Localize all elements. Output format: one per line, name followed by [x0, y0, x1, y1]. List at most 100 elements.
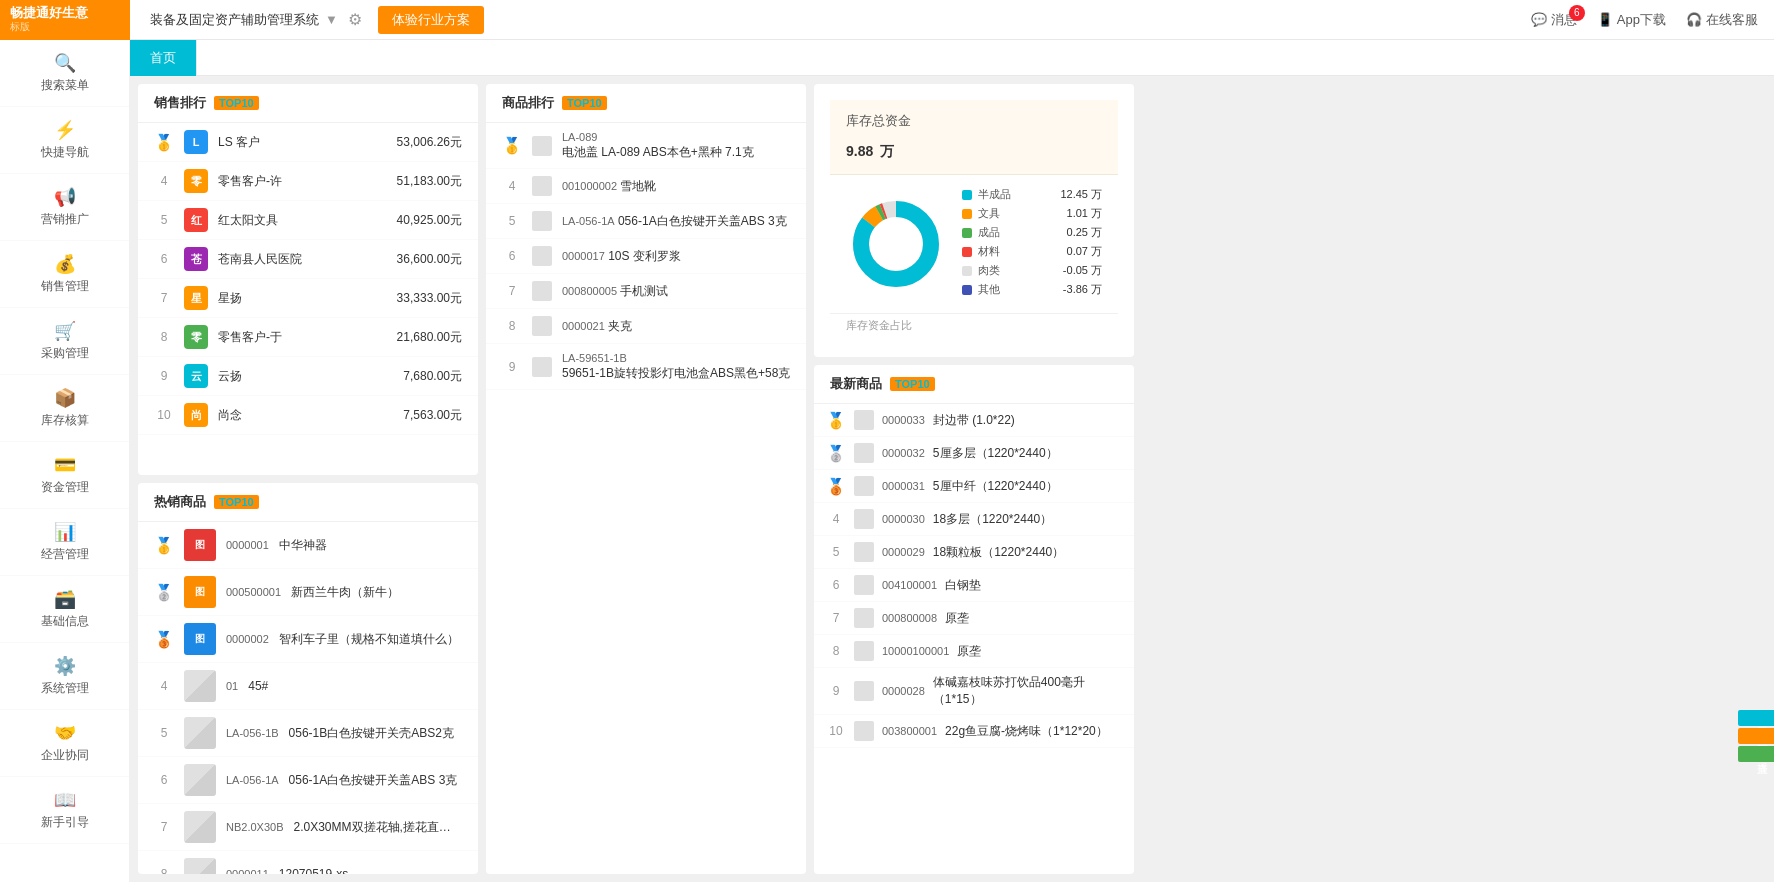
new-product-row-2: 🥈 0000032 5厘多层（1220*2440） [814, 437, 1134, 470]
float-btn-live[interactable]: 直播 [1738, 746, 1774, 762]
sidebar-item-collab[interactable]: 🤝 企业协同 [0, 710, 129, 777]
new-prod-img-7 [854, 608, 874, 628]
app-download-button[interactable]: 📱 App下载 [1597, 11, 1666, 29]
customer-name-8: 尚念 [218, 407, 393, 424]
sidebar-item-quick-nav[interactable]: ⚡ 快捷导航 [0, 107, 129, 174]
inventory-amount: 9.88 [846, 143, 873, 159]
prod-img-3 [532, 211, 552, 231]
product-ranking-badge: TOP10 [562, 96, 607, 110]
online-service-button[interactable]: 🎧 在线客服 [1686, 11, 1758, 29]
sidebar-item-sales[interactable]: 💰 销售管理 [0, 241, 129, 308]
product-rank-row-3: 5 LA-056-1A 056-1A白色按键开关盖ABS 3克 [486, 204, 806, 239]
hot-rank-4: 4 [154, 679, 174, 693]
mid-column: 商品排行 TOP10 🥇 LA-089 电池盖 LA-089 ABS本色+黑种 … [486, 84, 806, 874]
hot-products-panel: 热销商品 TOP10 🥇 图 0000001 中华神器 🥈 [138, 483, 478, 874]
customer-row-2: 4 零 零售客户-许 51,183.00元 [138, 162, 478, 201]
sidebar-item-basics[interactable]: 🗃️ 基础信息 [0, 576, 129, 643]
legend-item-6: 其他 -3.86 万 [962, 282, 1102, 297]
donut-svg [846, 194, 946, 294]
sidebar-item-system[interactable]: ⚙️ 系统管理 [0, 643, 129, 710]
legend-item-1: 半成品 12.45 万 [962, 187, 1102, 202]
right-column: 库存总资金 9.88 万 [814, 84, 1134, 874]
prod-name-2: 雪地靴 [620, 179, 656, 193]
new-prod-img-3 [854, 476, 874, 496]
sidebar-item-marketing[interactable]: 📢 营销推广 [0, 174, 129, 241]
prod-img-7 [532, 357, 552, 377]
sales-ranking-title: 销售排行 [154, 94, 206, 112]
hot-product-name-8: 12070519-xs [279, 867, 462, 874]
new-prod-code-1: 0000033 [882, 414, 925, 426]
sidebar-label-finance: 资金管理 [41, 479, 89, 496]
sidebar-item-operations[interactable]: 📊 经营管理 [0, 509, 129, 576]
legend-dot-4 [962, 247, 972, 257]
sidebar-label-search: 搜索菜单 [41, 77, 89, 94]
cart-icon: 🛒 [54, 320, 76, 342]
hot-product-name-4: 45# [248, 679, 462, 693]
hot-products-header: 热销商品 TOP10 [138, 483, 478, 522]
legend-dot-5 [962, 266, 972, 276]
prod-name-7: 59651-1B旋转投影灯电池盒ABS黑色+58克 [562, 366, 790, 380]
system-selector[interactable]: 装备及固定资产辅助管理系统 ▼ [150, 11, 338, 29]
customer-row-7: 9 云 云扬 7,680.00元 [138, 357, 478, 396]
system-name: 装备及固定资产辅助管理系统 [150, 11, 319, 29]
hot-product-row-5: 5 LA-056-1B 056-1B白色按键开关壳ABS2克 [138, 710, 478, 757]
trial-button[interactable]: 体验行业方案 [378, 6, 484, 34]
new-product-row-3: 🥉 0000031 5厘中纤（1220*2440） [814, 470, 1134, 503]
inventory-title: 库存总资金 [846, 112, 1102, 130]
sidebar-item-inventory[interactable]: 📦 库存核算 [0, 375, 129, 442]
sidebar: 🔍 搜索菜单 ⚡ 快捷导航 📢 营销推广 💰 销售管理 🛒 采购管理 📦 库存核… [0, 40, 130, 882]
message-button[interactable]: 💬 消息 6 [1531, 11, 1577, 29]
sidebar-label-guide: 新手引导 [41, 814, 89, 831]
sidebar-item-guide[interactable]: 📖 新手引导 [0, 777, 129, 844]
gear-icon[interactable]: ⚙ [348, 10, 362, 29]
customer-amount-8: 7,563.00元 [403, 407, 462, 424]
inventory-chart-area: 半成品 12.45 万 文具 1.01 万 成品 0.25 万 [830, 187, 1118, 313]
legend-value-4: 0.07 万 [1067, 244, 1102, 259]
legend-dot-3 [962, 228, 972, 238]
customer-amount-1: 53,006.26元 [397, 134, 462, 151]
hot-products-title: 热销商品 [154, 493, 206, 511]
new-product-row-5: 5 0000029 18颗粒板（1220*2440） [814, 536, 1134, 569]
prod-code-7: LA-59651-1B [562, 352, 627, 364]
legend-item-5: 肉类 -0.05 万 [962, 263, 1102, 278]
legend-dot-1 [962, 190, 972, 200]
customer-name-4: 苍南县人民医院 [218, 251, 387, 268]
prod-info-2: 001000002 雪地靴 [562, 178, 790, 195]
sidebar-item-purchase[interactable]: 🛒 采购管理 [0, 308, 129, 375]
prod-rank-3: 5 [502, 214, 522, 228]
customer-row-1: 🥇 L LS 客户 53,006.26元 [138, 123, 478, 162]
new-products-badge: TOP10 [890, 377, 935, 391]
new-prod-code-8: 10000100001 [882, 645, 949, 657]
hot-product-img-1: 图 [184, 529, 216, 561]
tab-home[interactable]: 首页 [130, 40, 197, 76]
sidebar-item-finance[interactable]: 💳 资金管理 [0, 442, 129, 509]
sidebar-item-search[interactable]: 🔍 搜索菜单 [0, 40, 129, 107]
hot-medal-3: 🥉 [154, 630, 174, 649]
customer-avatar-6: 零 [184, 325, 208, 349]
hot-product-img-2: 图 [184, 576, 216, 608]
new-prod-img-6 [854, 575, 874, 595]
new-medal-1: 🥇 [826, 411, 846, 430]
product-rank-row-7: 9 LA-59651-1B 59651-1B旋转投影灯电池盒ABS黑色+58克 [486, 344, 806, 390]
new-product-row-8: 8 10000100001 原垄 [814, 635, 1134, 668]
hot-product-row-8: 8 0000011 12070519-xs [138, 851, 478, 874]
sidebar-label-quicknav: 快捷导航 [41, 144, 89, 161]
sales-ranking-list: 🥇 L LS 客户 53,006.26元 4 零 零售客户-许 51,183.0… [138, 123, 478, 475]
hot-product-code-4: 01 [226, 680, 238, 692]
customer-avatar-4: 苍 [184, 247, 208, 271]
hot-products-badge: TOP10 [214, 495, 259, 509]
customer-row-3: 5 红 红太阳文具 40,925.00元 [138, 201, 478, 240]
customer-amount-4: 36,600.00元 [397, 251, 462, 268]
float-btn-service[interactable]: 客服热线 [1738, 710, 1774, 726]
card-icon: 💳 [54, 454, 76, 476]
inventory-unit: 万 [880, 143, 894, 159]
message-badge: 6 [1569, 5, 1585, 21]
float-btn-community[interactable]: 服务社区 [1738, 728, 1774, 744]
hot-product-img-8 [184, 858, 216, 874]
main-content: 首页 销售排行 TOP10 🥇 L LS 客户 53,006.26元 [130, 40, 1774, 882]
prod-code-1: LA-089 [562, 131, 597, 143]
prod-code-3: LA-056-1A [562, 215, 615, 227]
message-icon: 💬 [1531, 12, 1547, 27]
new-products-panel: 最新商品 TOP10 🥇 0000033 封边带 (1.0*22) 🥈 0000… [814, 365, 1134, 874]
hot-product-img-3: 图 [184, 623, 216, 655]
